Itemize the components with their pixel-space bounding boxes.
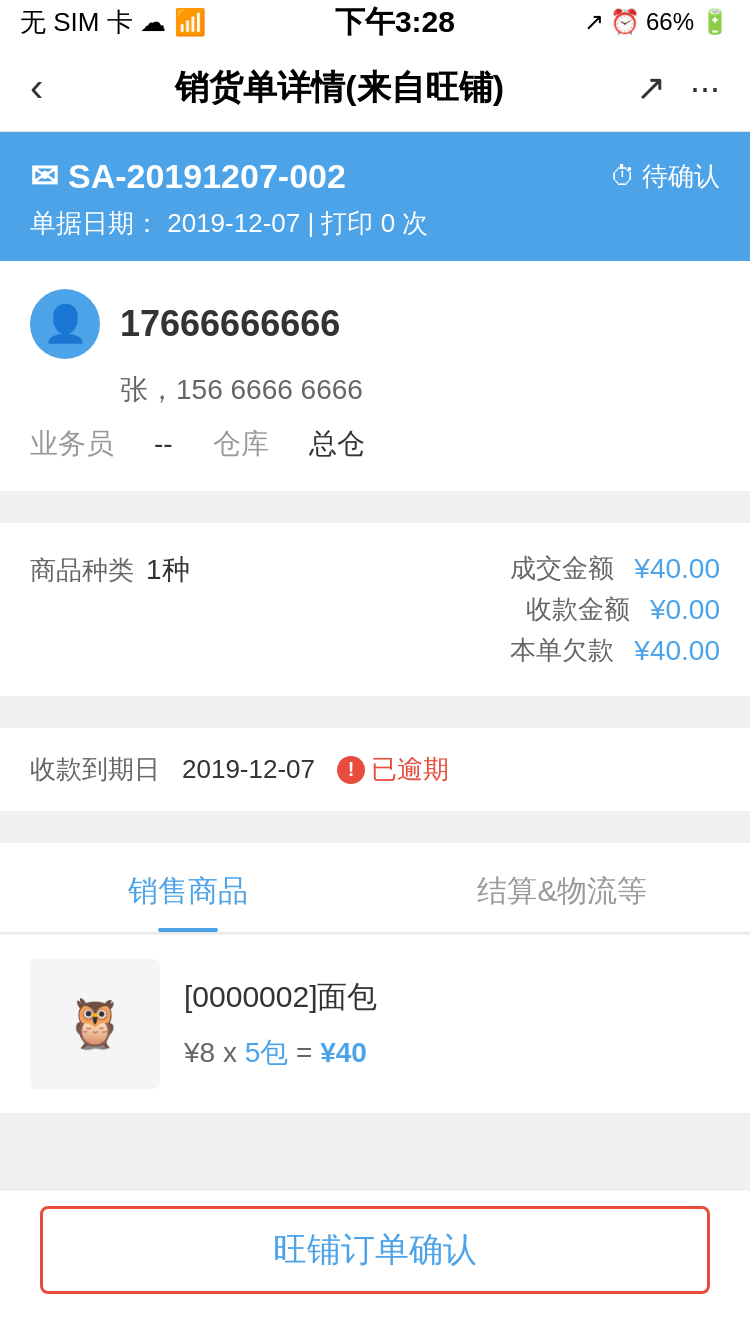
product-type-section: 商品种类 1种 <box>30 551 510 589</box>
amount-value: ¥40.00 <box>634 553 720 585</box>
product-name: [0000002]面包 <box>184 977 720 1018</box>
customer-info-row: 业务员 -- 仓库 总仓 <box>30 425 720 463</box>
product-qty: 5包 <box>245 1037 289 1068</box>
overdue-dot-icon: ! <box>337 756 365 784</box>
tab-sales-products[interactable]: 销售商品 <box>0 843 375 932</box>
customer-phone: 17666666666 <box>120 303 340 345</box>
debt-label: 本单欠款 <box>510 633 614 668</box>
order-header: ✉ SA-20191207-002 ⏱ 待确认 单据日期： 2019-12-07… <box>0 132 750 261</box>
order-id: ✉ SA-20191207-002 <box>30 156 346 196</box>
product-logo-icon: 🦉 <box>65 996 125 1052</box>
received-row: 收款金额 ¥0.00 <box>526 592 720 627</box>
product-thumbnail: 🦉 <box>30 959 160 1089</box>
divider-2 <box>0 712 750 728</box>
sim-label: 无 SIM 卡 ☁ <box>20 5 166 40</box>
duedate-value: 2019-12-07 <box>182 754 315 785</box>
debt-row: 本单欠款 ¥40.00 <box>510 633 720 668</box>
nav-bar: ‹ 销货单详情(来自旺铺) ↗ ··· <box>0 44 750 132</box>
overdue-badge: ! 已逾期 <box>337 752 449 787</box>
clock-icon: ⏱ <box>610 161 636 192</box>
bottom-action-bar: 旺铺订单确认 <box>0 1189 750 1334</box>
warehouse-value: 总仓 <box>309 425 365 463</box>
status-bar-right: ↗ ⏰ 66% 🔋 <box>584 8 730 36</box>
product-equals: = <box>296 1037 320 1068</box>
product-type-value: 1种 <box>146 551 190 589</box>
more-button[interactable]: ··· <box>690 67 720 109</box>
inbox-icon: ✉ <box>30 156 58 196</box>
received-label: 收款金额 <box>526 592 630 627</box>
debt-value: ¥40.00 <box>634 635 720 667</box>
page-title: 销货单详情(来自旺铺) <box>175 65 504 111</box>
tabs-bar: 销售商品 结算&物流等 <box>0 843 750 933</box>
salesman-value: -- <box>154 428 173 460</box>
overdue-text: 已逾期 <box>371 752 449 787</box>
order-status: ⏱ 待确认 <box>610 159 720 194</box>
wangpu-confirm-button[interactable]: 旺铺订单确认 <box>40 1206 710 1294</box>
amount-label: 成交金额 <box>510 551 614 586</box>
nav-actions: ↗ ··· <box>636 67 720 109</box>
amount-row: 成交金额 ¥40.00 <box>510 551 720 586</box>
divider-1 <box>0 507 750 523</box>
amounts-section: 成交金额 ¥40.00 收款金额 ¥0.00 本单欠款 ¥40.00 <box>510 551 720 668</box>
battery-icon: 🔋 <box>700 8 730 36</box>
alarm-icon: ⏰ <box>610 8 640 36</box>
customer-avatar: 👤 <box>30 289 100 359</box>
product-type-label: 商品种类 <box>30 553 134 588</box>
product-price-row: ¥8 x 5包 = ¥40 <box>184 1034 720 1072</box>
duedate-label: 收款到期日 <box>30 752 160 787</box>
status-bar-left: 无 SIM 卡 ☁ 📶 <box>20 5 206 40</box>
product-price: ¥8 x <box>184 1037 245 1068</box>
avatar-icon: 👤 <box>43 303 88 345</box>
summary-card: 商品种类 1种 成交金额 ¥40.00 收款金额 ¥0.00 本单欠款 ¥40.… <box>0 523 750 696</box>
received-value: ¥0.00 <box>650 594 720 626</box>
warehouse-label: 仓库 <box>213 425 269 463</box>
divider-3 <box>0 827 750 843</box>
status-bar-time: 下午3:28 <box>335 2 455 43</box>
share-button[interactable]: ↗ <box>636 67 666 109</box>
status-bar: 无 SIM 卡 ☁ 📶 下午3:28 ↗ ⏰ 66% 🔋 <box>0 0 750 44</box>
customer-card: 👤 17666666666 张，156 6666 6666 业务员 -- 仓库 … <box>0 261 750 491</box>
wifi-icon: 📶 <box>174 7 206 38</box>
tab-settlement[interactable]: 结算&物流等 <box>375 843 750 932</box>
duedate-card: 收款到期日 2019-12-07 ! 已逾期 <box>0 728 750 811</box>
back-button[interactable]: ‹ <box>30 65 43 110</box>
battery-label: 66% <box>646 8 694 36</box>
product-info: [0000002]面包 ¥8 x 5包 = ¥40 <box>184 977 720 1072</box>
salesman-label: 业务员 <box>30 425 114 463</box>
location-icon: ↗ <box>584 8 604 36</box>
product-card: 🦉 [0000002]面包 ¥8 x 5包 = ¥40 <box>0 935 750 1113</box>
product-total: ¥40 <box>320 1037 367 1068</box>
customer-name: 张，156 6666 6666 <box>120 371 720 409</box>
order-date: 单据日期： 2019-12-07 | 打印 0 次 <box>30 206 720 241</box>
